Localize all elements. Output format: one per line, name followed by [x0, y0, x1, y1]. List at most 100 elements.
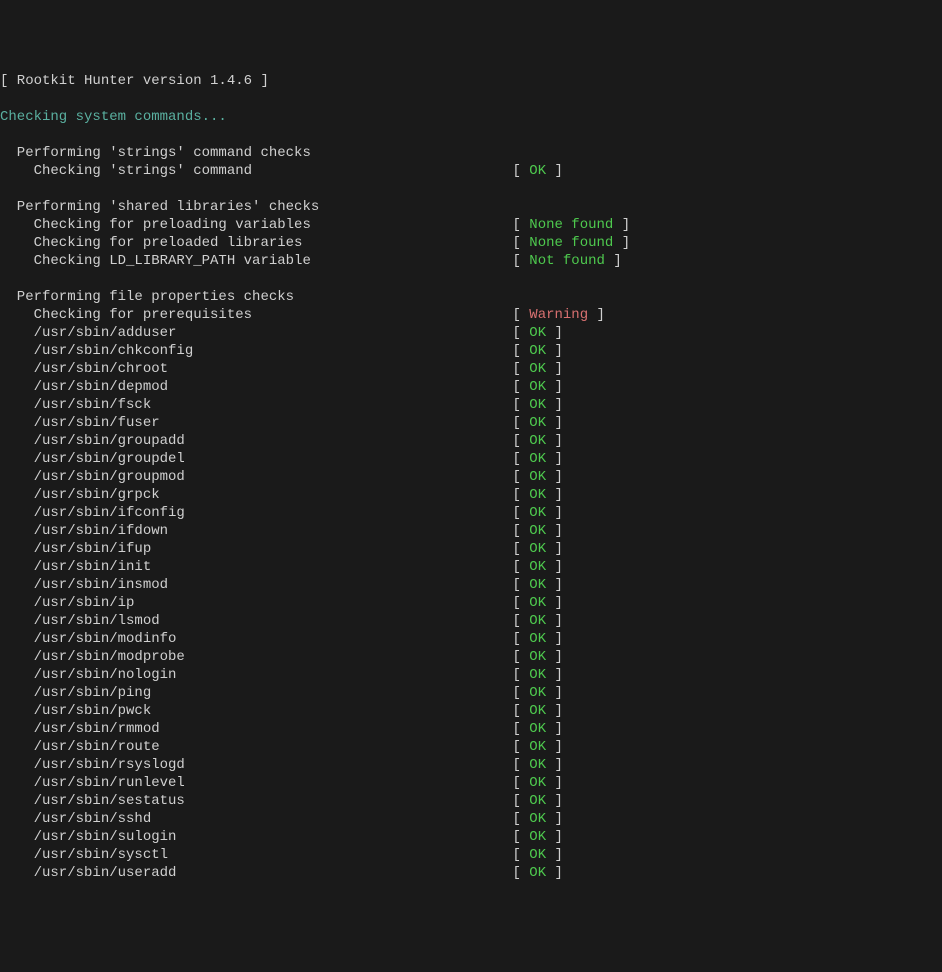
bracket-open: [ [512, 577, 529, 593]
bracket-close: ] [546, 631, 563, 647]
bracket-close: ] [546, 361, 563, 377]
bracket-close: ] [546, 451, 563, 467]
bracket-close: ] [546, 649, 563, 665]
check-status: OK [529, 397, 546, 413]
check-line: Checking 'strings' command [ OK ] [0, 162, 942, 180]
bracket-close: ] [546, 613, 563, 629]
bracket-open: [ [512, 325, 529, 341]
check-label: /usr/sbin/modinfo [0, 631, 512, 647]
bracket-open: [ [512, 613, 529, 629]
bracket-open: [ [512, 163, 529, 179]
bracket-open: [ [512, 397, 529, 413]
check-status: OK [529, 667, 546, 683]
check-status: OK [529, 541, 546, 557]
check-line: /usr/sbin/ip [ OK ] [0, 594, 942, 612]
bracket-close: ] [546, 685, 563, 701]
check-label: /usr/sbin/sestatus [0, 793, 512, 809]
check-label: Checking for preloading variables [0, 217, 512, 233]
check-label: Checking for prerequisites [0, 307, 512, 323]
check-line: /usr/sbin/nologin [ OK ] [0, 666, 942, 684]
bracket-close: ] [613, 217, 630, 233]
bracket-open: [ [512, 865, 529, 881]
check-line: Checking for preloading variables [ None… [0, 216, 942, 234]
check-status: OK [529, 451, 546, 467]
bracket-open: [ [512, 235, 529, 251]
bracket-close: ] [546, 343, 563, 359]
check-label: Checking for preloaded libraries [0, 235, 512, 251]
bracket-open: [ [512, 451, 529, 467]
bracket-open: [ [512, 685, 529, 701]
bracket-open: [ [512, 721, 529, 737]
check-line: /usr/sbin/pwck [ OK ] [0, 702, 942, 720]
bracket-open: [ [512, 433, 529, 449]
check-line: /usr/sbin/sshd [ OK ] [0, 810, 942, 828]
check-label: /usr/sbin/ifconfig [0, 505, 512, 521]
bracket-open: [ [512, 343, 529, 359]
check-line: /usr/sbin/runlevel [ OK ] [0, 774, 942, 792]
bracket-open: [ [512, 703, 529, 719]
bracket-close: ] [605, 253, 622, 269]
check-status: OK [529, 757, 546, 773]
bracket-close: ] [546, 379, 563, 395]
check-line: /usr/sbin/insmod [ OK ] [0, 576, 942, 594]
check-status: OK [529, 559, 546, 575]
bracket-close: ] [546, 667, 563, 683]
check-label: /usr/sbin/sysctl [0, 847, 512, 863]
check-line: /usr/sbin/groupadd [ OK ] [0, 432, 942, 450]
bracket-open: [ [512, 541, 529, 557]
check-line: /usr/sbin/sestatus [ OK ] [0, 792, 942, 810]
check-line: /usr/sbin/modinfo [ OK ] [0, 630, 942, 648]
check-label: /usr/sbin/adduser [0, 325, 512, 341]
bracket-open: [ [512, 361, 529, 377]
check-status: OK [529, 343, 546, 359]
bracket-open: [ [512, 487, 529, 503]
bracket-open: [ [512, 217, 529, 233]
bracket-open: [ [512, 469, 529, 485]
check-label: /usr/sbin/grpck [0, 487, 512, 503]
bracket-close: ] [546, 559, 563, 575]
check-line: /usr/sbin/useradd [ OK ] [0, 864, 942, 882]
check-status: OK [529, 793, 546, 809]
check-line: Checking for prerequisites [ Warning ] [0, 306, 942, 324]
check-status: OK [529, 505, 546, 521]
bracket-open: [ [512, 415, 529, 431]
check-line: /usr/sbin/adduser [ OK ] [0, 324, 942, 342]
bracket-close: ] [546, 739, 563, 755]
bracket-open: [ [512, 559, 529, 575]
bracket-close: ] [546, 433, 563, 449]
check-line: /usr/sbin/fuser [ OK ] [0, 414, 942, 432]
check-label: /usr/sbin/chroot [0, 361, 512, 377]
blank-line [0, 180, 942, 198]
bracket-close: ] [546, 847, 563, 863]
check-status: OK [529, 523, 546, 539]
bracket-close: ] [546, 811, 563, 827]
check-label: /usr/sbin/groupdel [0, 451, 512, 467]
check-status: OK [529, 685, 546, 701]
check-status: OK [529, 775, 546, 791]
check-line: /usr/sbin/chroot [ OK ] [0, 360, 942, 378]
bracket-close: ] [588, 307, 605, 323]
bracket-close: ] [546, 865, 563, 881]
check-label: /usr/sbin/lsmod [0, 613, 512, 629]
check-line: /usr/sbin/groupmod [ OK ] [0, 468, 942, 486]
check-status: OK [529, 703, 546, 719]
bracket-close: ] [546, 505, 563, 521]
bracket-close: ] [546, 541, 563, 557]
blank-line [0, 126, 942, 144]
check-line: /usr/sbin/modprobe [ OK ] [0, 648, 942, 666]
check-label: /usr/sbin/sshd [0, 811, 512, 827]
bracket-open: [ [512, 847, 529, 863]
bracket-open: [ [512, 775, 529, 791]
check-label: /usr/sbin/runlevel [0, 775, 512, 791]
check-label: /usr/sbin/fsck [0, 397, 512, 413]
check-status: OK [529, 577, 546, 593]
check-status: OK [529, 487, 546, 503]
check-label: /usr/sbin/groupadd [0, 433, 512, 449]
check-line: /usr/sbin/groupdel [ OK ] [0, 450, 942, 468]
check-status: OK [529, 613, 546, 629]
bracket-close: ] [546, 415, 563, 431]
bracket-open: [ [512, 379, 529, 395]
check-line: Checking for preloaded libraries [ None … [0, 234, 942, 252]
bracket-close: ] [613, 235, 630, 251]
check-line: /usr/sbin/ifdown [ OK ] [0, 522, 942, 540]
